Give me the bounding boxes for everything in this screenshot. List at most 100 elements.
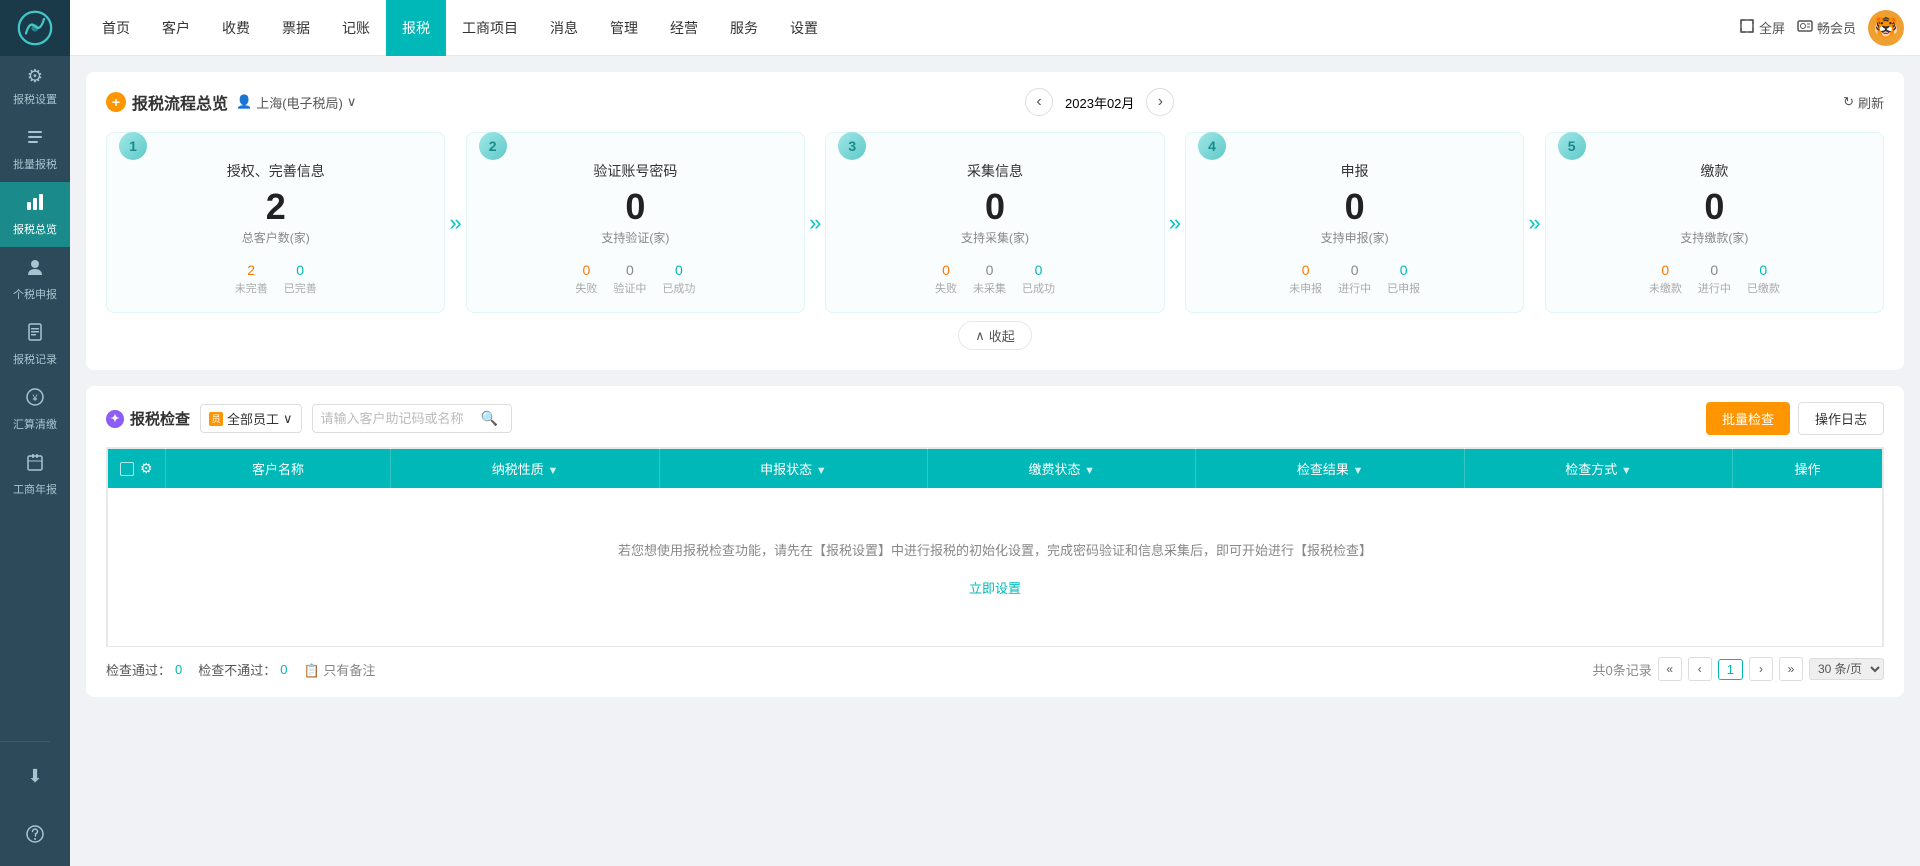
filter-icon[interactable]: ▼ bbox=[1353, 465, 1364, 477]
location-selector[interactable]: 👤 上海(电子税局) ∨ bbox=[236, 93, 356, 112]
step-count-3: 0 bbox=[985, 189, 1005, 225]
sidebar-divider bbox=[0, 741, 50, 742]
sidebar-item-settlement[interactable]: ¥ 汇算清缴 bbox=[0, 377, 70, 442]
step-count-5: 0 bbox=[1704, 189, 1724, 225]
operation-log-button[interactable]: 操作日志 bbox=[1798, 402, 1884, 435]
check-table-scroll[interactable]: ⚙ 客户名称 纳税性质 ▼ 申报状态 bbox=[106, 447, 1884, 647]
step-num-2: 2 bbox=[479, 132, 507, 160]
download-icon: ⬇ bbox=[27, 766, 42, 787]
nav-item-customers[interactable]: 客户 bbox=[146, 0, 206, 56]
sidebar-item-label: 工商年报 bbox=[13, 481, 57, 497]
sidebar-item-taxoverview[interactable]: 报税总览 bbox=[0, 182, 70, 247]
footer-note: 📋 只有备注 bbox=[304, 660, 376, 679]
page-prev-button[interactable]: ‹ bbox=[1688, 657, 1712, 681]
person-icon: 👤 bbox=[236, 94, 252, 110]
member-button[interactable]: 畅会员 bbox=[1797, 18, 1856, 37]
stat-5-1: 0 进行中 bbox=[1698, 262, 1731, 296]
date-next-button[interactable]: › bbox=[1146, 88, 1174, 116]
nav-item-messages[interactable]: 消息 bbox=[534, 0, 594, 56]
note-icon: 📋 bbox=[304, 663, 320, 678]
content-area: + 报税流程总览 👤 上海(电子税局) ∨ ‹ 2023年02月 › ↻ 刷新 bbox=[70, 56, 1920, 866]
nav-item-services[interactable]: 服务 bbox=[714, 0, 774, 56]
help-icon bbox=[25, 824, 45, 849]
flow-card-header: + 报税流程总览 👤 上海(电子税局) ∨ ‹ 2023年02月 › ↻ 刷新 bbox=[106, 88, 1884, 116]
employee-filter[interactable]: 员 全部员工 ∨ bbox=[200, 404, 302, 433]
sidebar-item-taxsettings[interactable]: ⚙ 报税设置 bbox=[0, 56, 70, 117]
setup-link[interactable]: 立即设置 bbox=[969, 581, 1021, 596]
step-stats-3: 0 失败 0 未采集 0 已成功 bbox=[935, 262, 1055, 296]
step-count-1: 2 bbox=[266, 189, 286, 225]
step-subtitle-3: 支持采集(家) bbox=[961, 229, 1029, 246]
step-title-1: 授权、完善信息 bbox=[227, 161, 325, 181]
stat-4-0: 0 未申报 bbox=[1289, 262, 1322, 296]
page-last-button[interactable]: » bbox=[1779, 657, 1803, 681]
app-logo bbox=[0, 0, 70, 56]
nav-item-settings[interactable]: 设置 bbox=[774, 0, 834, 56]
sidebar-item-download[interactable]: ⬇ bbox=[0, 746, 70, 806]
nav-item-invoices[interactable]: 票据 bbox=[266, 0, 326, 56]
flow-step-4: 4 申报 0 支持申报(家) 0 未申报 0 进行中 bbox=[1185, 132, 1524, 313]
taxsettings-icon: ⚙ bbox=[27, 66, 43, 87]
check-icon: ✦ bbox=[106, 410, 124, 428]
nav-item-home[interactable]: 首页 bbox=[86, 0, 146, 56]
sidebar-item-batchtax[interactable]: 批量报税 bbox=[0, 117, 70, 182]
filter-icon[interactable]: ▼ bbox=[547, 465, 558, 477]
flow-overview-card: + 报税流程总览 👤 上海(电子税局) ∨ ‹ 2023年02月 › ↻ 刷新 bbox=[86, 72, 1904, 370]
stat-2-2: 0 已成功 bbox=[662, 262, 695, 296]
stat-2-1: 0 验证中 bbox=[613, 262, 646, 296]
sidebar-item-taxrecord[interactable]: 报税记录 bbox=[0, 312, 70, 377]
flow-step-5: 5 缴款 0 支持缴款(家) 0 未缴款 0 进行中 bbox=[1545, 132, 1884, 313]
taxoverview-icon bbox=[25, 192, 45, 217]
fullscreen-button[interactable]: 全屏 bbox=[1739, 18, 1785, 37]
date-prev-button[interactable]: ‹ bbox=[1025, 88, 1053, 116]
nav-item-operations[interactable]: 经营 bbox=[654, 0, 714, 56]
stat-4-1: 0 进行中 bbox=[1338, 262, 1371, 296]
customer-search-input[interactable] bbox=[313, 406, 473, 431]
employee-icon: 员 bbox=[209, 412, 223, 426]
page-next-button[interactable]: › bbox=[1749, 657, 1773, 681]
refresh-button[interactable]: ↻ 刷新 bbox=[1843, 93, 1884, 112]
search-button[interactable]: 🔍 bbox=[473, 405, 506, 432]
col-header-fee-status: 缴费状态 ▼ bbox=[928, 449, 1196, 489]
step-num-4: 4 bbox=[1198, 132, 1226, 160]
arrow-4-5: » bbox=[1524, 132, 1544, 313]
nav-item-fees[interactable]: 收费 bbox=[206, 0, 266, 56]
step-num-5: 5 bbox=[1558, 132, 1586, 160]
filter-icon[interactable]: ▼ bbox=[1084, 465, 1095, 477]
nav-item-accounting[interactable]: 记账 bbox=[326, 0, 386, 56]
sidebar-item-label: 批量报税 bbox=[13, 156, 57, 172]
step-stats-2: 0 失败 0 验证中 0 已成功 bbox=[575, 262, 695, 296]
collapse-button[interactable]: ∧ 收起 bbox=[958, 321, 1032, 350]
select-all-checkbox[interactable] bbox=[120, 462, 134, 476]
sidebar-item-annualreport[interactable]: 工商年报 bbox=[0, 442, 70, 507]
sidebar: ⚙ 报税设置 批量报税 报税总览 个税申报 bbox=[0, 0, 70, 866]
empty-message: 若您想使用报税检查功能，请先在【报税设置】中进行报税的初始化设置，完成密码验证和… bbox=[120, 498, 1870, 642]
batch-check-button[interactable]: 批量检查 bbox=[1706, 402, 1790, 435]
check-header-right: 批量检查 操作日志 bbox=[1706, 402, 1884, 435]
nav-item-tax[interactable]: 报税 bbox=[386, 0, 446, 56]
gear-icon[interactable]: ⚙ bbox=[140, 460, 153, 477]
collapse-row: ∧ 收起 bbox=[106, 313, 1884, 354]
filter-icon[interactable]: ▼ bbox=[816, 465, 827, 477]
nav-item-business[interactable]: 工商项目 bbox=[446, 0, 534, 56]
arrow-2-3: » bbox=[805, 132, 825, 313]
step-subtitle-1: 总客户数(家) bbox=[242, 229, 310, 246]
chevron-up-icon: ∧ bbox=[975, 328, 985, 344]
sidebar-item-help[interactable] bbox=[0, 806, 70, 866]
filter-icon[interactable]: ▼ bbox=[1621, 465, 1632, 477]
flow-steps: 1 授权、完善信息 2 总客户数(家) 2 未完善 0 已完善 bbox=[106, 132, 1884, 313]
total-records: 共0条记录 bbox=[1593, 660, 1652, 679]
per-page-select[interactable]: 30 条/页 bbox=[1809, 658, 1884, 680]
step-stats-5: 0 未缴款 0 进行中 0 已缴款 bbox=[1649, 262, 1780, 296]
sidebar-item-personal[interactable]: 个税申报 bbox=[0, 247, 70, 312]
col-header-tax-type: 纳税性质 ▼ bbox=[391, 449, 659, 489]
stat-1-1: 0 已完善 bbox=[284, 262, 317, 296]
nav-item-management[interactable]: 管理 bbox=[594, 0, 654, 56]
fail-count-link[interactable]: 0 bbox=[280, 662, 287, 677]
empty-row: 若您想使用报税检查功能，请先在【报税设置】中进行报税的初始化设置，完成密码验证和… bbox=[108, 488, 1883, 647]
step-title-4: 申报 bbox=[1341, 161, 1369, 181]
check-table: ⚙ 客户名称 纳税性质 ▼ 申报状态 bbox=[107, 448, 1883, 647]
pass-count-link[interactable]: 0 bbox=[175, 662, 182, 677]
page-first-button[interactable]: « bbox=[1658, 657, 1682, 681]
user-avatar[interactable]: 🐯 bbox=[1868, 10, 1904, 46]
